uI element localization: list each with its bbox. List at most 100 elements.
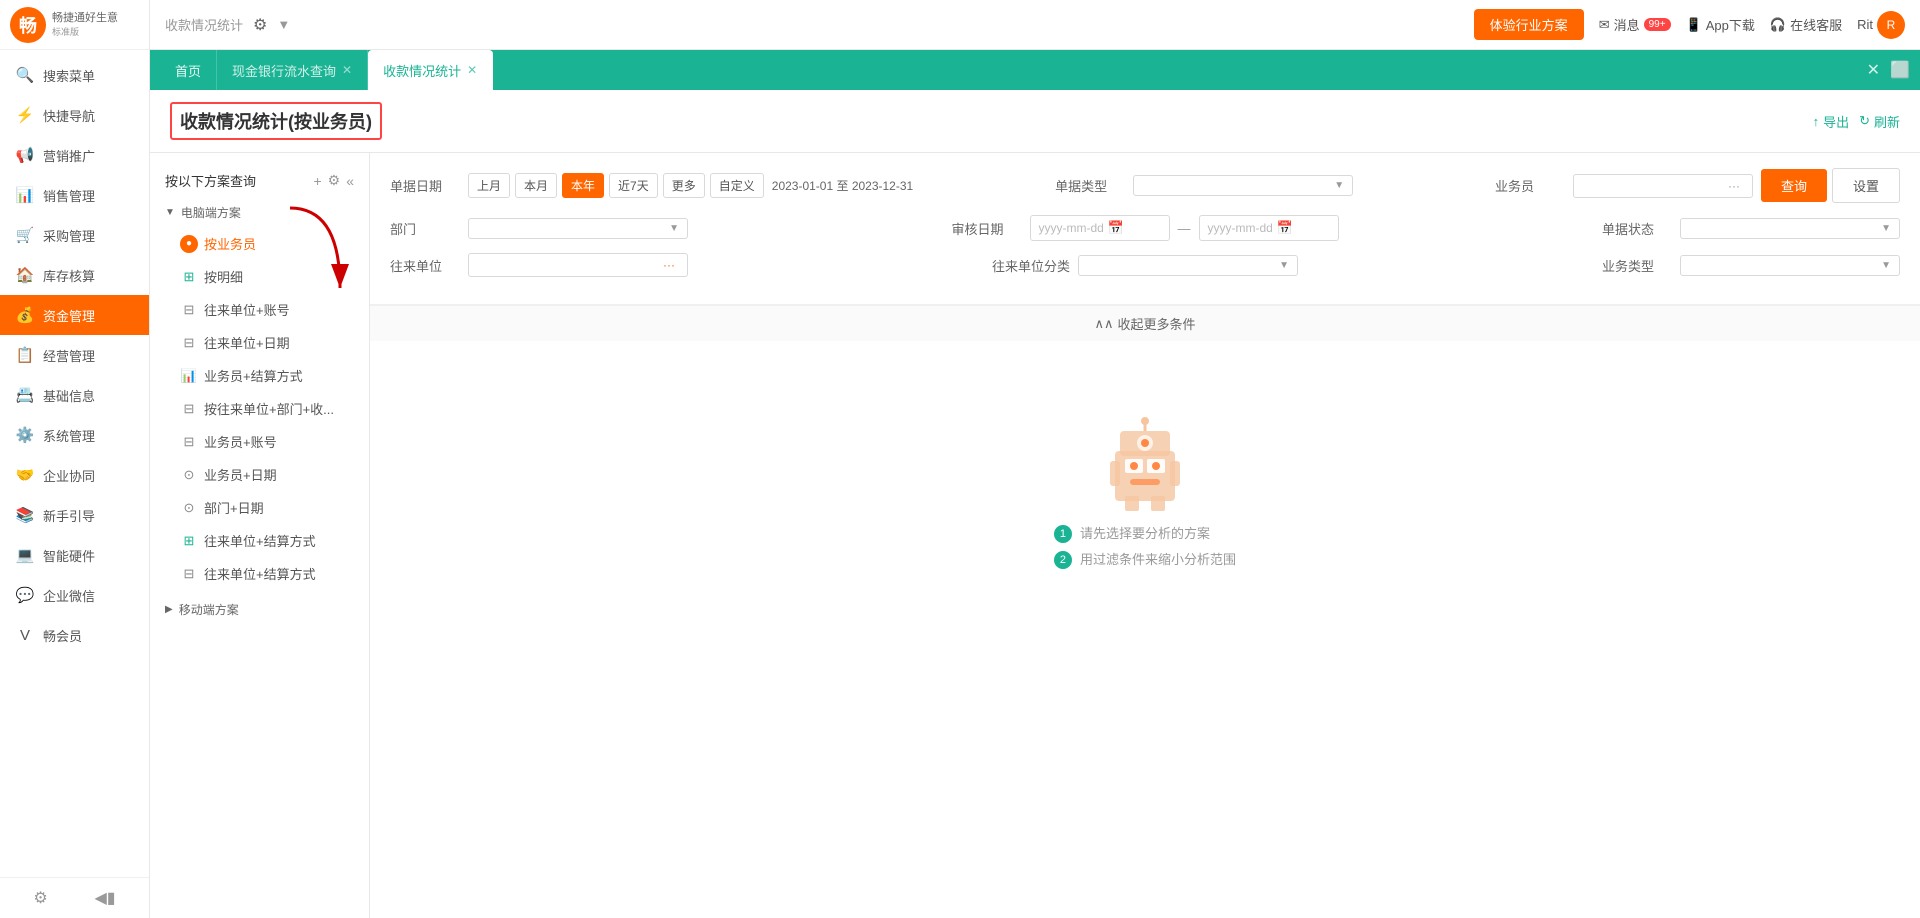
sales-icon: 📊	[15, 185, 35, 205]
desktop-section-label: 电脑端方案	[181, 204, 241, 221]
date-btn-more[interactable]: 更多	[663, 173, 705, 198]
salesperson-more-icon[interactable]: ···	[1728, 179, 1740, 193]
biz-type-select[interactable]: ▼	[1680, 255, 1900, 276]
partner-select[interactable]: ···	[468, 253, 688, 277]
collapse-bar[interactable]: ∧∧ 收起更多条件	[370, 305, 1920, 341]
mobile-section-arrow: ▶	[165, 604, 173, 615]
scheme-salesperson-date[interactable]: ⊙ 业务员+日期	[150, 458, 369, 491]
sidebar-item-quick-nav[interactable]: ⚡ 快捷导航	[0, 95, 149, 135]
partner-category-select[interactable]: ▼	[1078, 255, 1298, 276]
scheme-partner-dept-label: 按往来单位+部门+收...	[204, 399, 334, 418]
scheme-partner-date[interactable]: ⊟ 往来单位+日期	[150, 326, 369, 359]
dropdown-icon[interactable]: ▼	[277, 17, 290, 32]
sidebar-nav: 🔍 搜索菜单 ⚡ 快捷导航 📢 营销推广 📊 销售管理 🛒 采购管理 🏠 库存核…	[0, 50, 149, 877]
sidebar-item-guide[interactable]: 📚 新手引导	[0, 495, 149, 535]
scheme-by-detail[interactable]: ⊞ 按明细	[150, 260, 369, 293]
sidebar-label-vip: 畅会员	[43, 626, 82, 645]
tab-home[interactable]: 首页	[160, 50, 217, 90]
scheme-partner-settlement2[interactable]: ⊟ 往来单位+结算方式	[150, 557, 369, 590]
sidebar-item-base-info[interactable]: 📇 基础信息	[0, 375, 149, 415]
message-icon: ✉	[1599, 17, 1610, 33]
sidebar-item-vip[interactable]: V 畅会员	[0, 615, 149, 655]
sidebar-item-hardware[interactable]: 💻 智能硬件	[0, 535, 149, 575]
date-btn-this-month[interactable]: 本月	[515, 173, 557, 198]
doc-status-select[interactable]: ▼	[1680, 218, 1900, 239]
refresh-button[interactable]: ↻ 刷新	[1859, 112, 1900, 131]
query-button[interactable]: 查询	[1761, 169, 1827, 202]
date-btn-last-month[interactable]: 上月	[468, 173, 510, 198]
sidebar-item-purchase[interactable]: 🛒 采购管理	[0, 215, 149, 255]
add-scheme-button[interactable]: +	[313, 173, 321, 189]
collapse-sidebar-icon[interactable]: ◀▮	[94, 888, 115, 908]
header-left: 收款情况统计 ⚙ ▼	[165, 15, 290, 35]
settings-bottom-icon[interactable]: ⚙	[33, 888, 47, 908]
step-1-text: 请先选择要分析的方案	[1080, 521, 1210, 547]
user-area[interactable]: Rit R	[1857, 11, 1905, 39]
scheme-salesperson-settlement[interactable]: 📊 业务员+结算方式	[150, 359, 369, 392]
tab-receipt-stats[interactable]: 收款情况统计 ✕	[368, 50, 493, 90]
scheme-settings-icon[interactable]: ⚙	[328, 172, 341, 189]
trial-button[interactable]: 体验行业方案	[1474, 9, 1584, 40]
scheme-salesperson-account[interactable]: ⊟ 业务员+账号	[150, 425, 369, 458]
review-date-from[interactable]: yyyy-mm-dd 📅	[1030, 215, 1170, 241]
tab-maximize-icon[interactable]: ⬜	[1890, 60, 1910, 80]
sidebar-item-finance[interactable]: 💰 资金管理	[0, 295, 149, 335]
sidebar-item-operations[interactable]: 📋 经营管理	[0, 335, 149, 375]
online-service-button[interactable]: 🎧 在线客服	[1770, 15, 1842, 34]
collapse-panel-button[interactable]: «	[346, 173, 354, 189]
salesperson-label: 业务员	[1495, 176, 1565, 195]
tab-close-all-icon[interactable]: ✕	[1867, 60, 1880, 80]
partner-more-icon[interactable]: ···	[663, 258, 675, 272]
sidebar-item-sales[interactable]: 📊 销售管理	[0, 175, 149, 215]
sidebar-label-hardware: 智能硬件	[43, 546, 95, 565]
sidebar-item-system[interactable]: ⚙️ 系统管理	[0, 415, 149, 455]
refresh-icon: ↻	[1859, 113, 1870, 129]
tab-bar: 首页 现金银行流水查询 ✕ 收款情况统计 ✕ ✕ ⬜	[150, 50, 1920, 90]
sidebar-item-inventory[interactable]: 🏠 库存核算	[0, 255, 149, 295]
date-btn-this-year[interactable]: 本年	[562, 173, 604, 198]
mobile-section: ▶ 移动端方案	[150, 595, 369, 624]
doc-type-chevron: ▼	[1334, 180, 1344, 191]
desktop-section-header[interactable]: ▼ 电脑端方案	[150, 198, 369, 227]
dept-select[interactable]: ▼	[468, 218, 688, 239]
logo-area: 畅 畅捷通好生意 标准版	[0, 0, 149, 50]
scheme-by-partner-dept[interactable]: ⊟ 按往来单位+部门+收...	[150, 392, 369, 425]
header-settings-icon[interactable]: ⚙	[253, 15, 267, 35]
scheme-partner-account[interactable]: ⊟ 往来单位+账号	[150, 293, 369, 326]
finance-icon: 💰	[15, 305, 35, 325]
date-btn-7days[interactable]: 近7天	[609, 173, 658, 198]
message-button[interactable]: ✉ 消息 99+	[1599, 15, 1671, 34]
export-button[interactable]: ↑ 导出	[1813, 112, 1850, 131]
salesperson-select[interactable]: ···	[1573, 174, 1753, 198]
date-btn-custom[interactable]: 自定义	[710, 173, 764, 198]
app-download-button[interactable]: 📱 App下载	[1686, 15, 1755, 34]
review-date-to[interactable]: yyyy-mm-dd 📅	[1199, 215, 1339, 241]
page-header-actions: ↑ 导出 ↻ 刷新	[1813, 112, 1900, 131]
calendar-from-icon: 📅	[1108, 220, 1124, 236]
partner-dept-icon: ⊟	[180, 400, 198, 418]
set-button[interactable]: 设置	[1832, 168, 1900, 203]
sidebar-item-wechat[interactable]: 💬 企业微信	[0, 575, 149, 615]
scheme-partner-settlement1[interactable]: ⊞ 往来单位+结算方式	[150, 524, 369, 557]
scheme-dept-date[interactable]: ⊙ 部门+日期	[150, 491, 369, 524]
doc-type-select[interactable]: ▼	[1133, 175, 1353, 196]
main-area: 收款情况统计 ⚙ ▼ 体验行业方案 ✉ 消息 99+ 📱 App下载 🎧 在线客…	[150, 0, 1920, 918]
empty-steps: 1 请先选择要分析的方案 2 用过滤条件来缩小分析范围	[1054, 521, 1236, 573]
tab-receipt-stats-close[interactable]: ✕	[467, 63, 477, 77]
scheme-partner-settlement1-label: 往来单位+结算方式	[204, 531, 316, 550]
tab-bank-flow-close[interactable]: ✕	[342, 63, 352, 77]
user-avatar: R	[1877, 11, 1905, 39]
wechat-icon: 💬	[15, 585, 35, 605]
sidebar-item-search[interactable]: 🔍 搜索菜单	[0, 55, 149, 95]
scheme-by-salesperson[interactable]: ● 按业务员	[150, 227, 369, 260]
sidebar-item-enterprise[interactable]: 🤝 企业协同	[0, 455, 149, 495]
quick-nav-icon: ⚡	[15, 105, 35, 125]
sidebar-item-marketing[interactable]: 📢 营销推广	[0, 135, 149, 175]
tabs-right: ✕ ⬜	[1867, 60, 1910, 80]
page-header: 收款情况统计(按业务员) ↑ 导出 ↻ 刷新	[150, 90, 1920, 153]
dept-label: 部门	[390, 219, 460, 238]
review-date-to-text: yyyy-mm-dd	[1208, 221, 1273, 235]
tab-bank-flow[interactable]: 现金银行流水查询 ✕	[217, 50, 368, 90]
sidebar-label-purchase: 采购管理	[43, 226, 95, 245]
mobile-section-header[interactable]: ▶ 移动端方案	[150, 595, 369, 624]
